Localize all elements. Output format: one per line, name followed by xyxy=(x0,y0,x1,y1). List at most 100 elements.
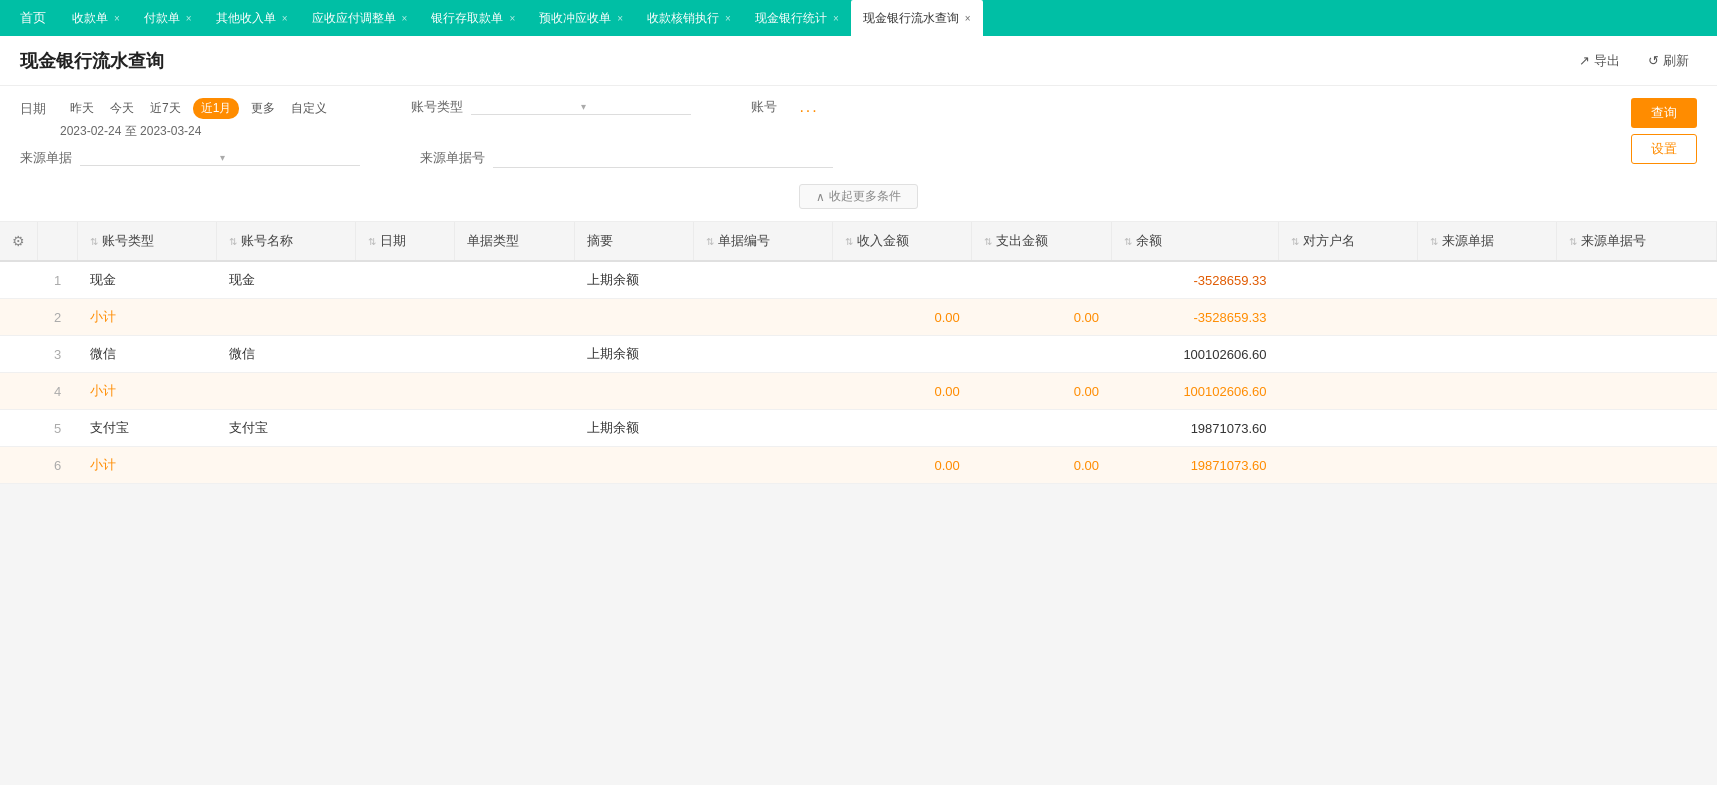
date-cell xyxy=(356,410,455,447)
source-doc-label: 来源单据 xyxy=(20,149,72,167)
doc-num-cell xyxy=(694,336,833,373)
close-icon[interactable]: × xyxy=(402,13,408,24)
date-option[interactable]: 今天 xyxy=(106,98,138,119)
column-header-source_doc_num[interactable]: ⇅来源单据号 xyxy=(1557,222,1717,261)
nav-tab[interactable]: 银行存取款单× xyxy=(419,0,527,36)
source-doc-num-cell xyxy=(1557,261,1717,299)
date-option[interactable]: 更多 xyxy=(247,98,279,119)
column-header-account_name[interactable]: ⇅账号名称 xyxy=(217,222,356,261)
account-name-cell: 微信 xyxy=(217,336,356,373)
refresh-button[interactable]: ↺ 刷新 xyxy=(1640,48,1697,74)
column-header-income[interactable]: ⇅收入金额 xyxy=(833,222,972,261)
source-doc-cell xyxy=(1418,373,1557,410)
date-option[interactable]: 近1月 xyxy=(193,98,240,119)
column-header-expense[interactable]: ⇅支出金额 xyxy=(972,222,1111,261)
close-icon[interactable]: × xyxy=(833,13,839,24)
account-name-cell: 支付宝 xyxy=(217,410,356,447)
close-icon[interactable]: × xyxy=(509,13,515,24)
income-cell xyxy=(833,261,972,299)
row-gear-cell xyxy=(0,299,38,336)
expense-cell: 0.00 xyxy=(972,447,1111,484)
summary-cell: 上期余额 xyxy=(575,261,694,299)
nav-tab[interactable]: 其他收入单× xyxy=(204,0,300,36)
account-type-label: 账号类型 xyxy=(411,98,463,116)
doc-type-cell xyxy=(454,410,574,447)
balance-cell: -3528659.33 xyxy=(1111,299,1279,336)
balance-cell: 19871073.60 xyxy=(1111,447,1279,484)
column-header-counterpart[interactable]: ⇅对方户名 xyxy=(1279,222,1418,261)
account-type-cell: 小计 xyxy=(78,447,217,484)
summary-cell xyxy=(575,299,694,336)
close-icon[interactable]: × xyxy=(114,13,120,24)
table-row: 5支付宝支付宝上期余额19871073.60 xyxy=(0,410,1717,447)
counterpart-cell xyxy=(1279,261,1418,299)
expense-cell xyxy=(972,336,1111,373)
collapse-button[interactable]: ∧ 收起更多条件 xyxy=(799,184,918,209)
account-dots-button[interactable]: ... xyxy=(799,98,818,116)
close-icon[interactable]: × xyxy=(282,13,288,24)
nav-tab[interactable]: 预收冲应收单× xyxy=(527,0,635,36)
sort-icon: ⇅ xyxy=(845,236,853,247)
nav-tab[interactable]: 现金银行流水查询× xyxy=(851,0,983,36)
balance-cell: 100102606.60 xyxy=(1111,373,1279,410)
source-doc-num-cell xyxy=(1557,299,1717,336)
gear-icon[interactable]: ⚙ xyxy=(12,233,25,249)
table-row: 2小计0.000.00-3528659.33 xyxy=(0,299,1717,336)
column-header-doc_num[interactable]: ⇅单据编号 xyxy=(694,222,833,261)
page-title: 现金银行流水查询 xyxy=(20,49,164,73)
sort-icon: ⇅ xyxy=(368,236,376,247)
doc-num-cell xyxy=(694,299,833,336)
close-icon[interactable]: × xyxy=(725,13,731,24)
collapse-label: 收起更多条件 xyxy=(829,188,901,205)
doc-type-cell xyxy=(454,447,574,484)
doc-num-cell xyxy=(694,447,833,484)
header-actions: ↗ 导出 ↺ 刷新 xyxy=(1571,48,1697,74)
close-icon[interactable]: × xyxy=(965,13,971,24)
query-button[interactable]: 查询 xyxy=(1631,98,1697,128)
expense-cell xyxy=(972,261,1111,299)
row-index: 4 xyxy=(38,373,78,410)
sort-icon: ⇅ xyxy=(1291,236,1299,247)
source-doc-select[interactable]: ▾ xyxy=(80,150,360,166)
settings-button[interactable]: 设置 xyxy=(1631,134,1697,164)
row-index: 3 xyxy=(38,336,78,373)
account-name-cell xyxy=(217,299,356,336)
summary-cell: 上期余额 xyxy=(575,336,694,373)
row-gear-cell xyxy=(0,373,38,410)
account-type-cell: 支付宝 xyxy=(78,410,217,447)
date-cell xyxy=(356,299,455,336)
date-option[interactable]: 近7天 xyxy=(146,98,185,119)
table-row: 1现金现金上期余额-3528659.33 xyxy=(0,261,1717,299)
date-cell xyxy=(356,447,455,484)
account-label: 账号 xyxy=(751,98,791,116)
close-icon[interactable]: × xyxy=(186,13,192,24)
nav-tab[interactable]: 收款单× xyxy=(60,0,132,36)
source-doc-cell xyxy=(1418,261,1557,299)
source-doc-num-cell xyxy=(1557,410,1717,447)
nav-home[interactable]: 首页 xyxy=(8,9,58,27)
close-icon[interactable]: × xyxy=(617,13,623,24)
source-doc-num-input[interactable] xyxy=(493,148,833,168)
date-option[interactable]: 自定义 xyxy=(287,98,331,119)
column-header-date[interactable]: ⇅日期 xyxy=(356,222,455,261)
counterpart-cell xyxy=(1279,447,1418,484)
column-header-balance[interactable]: ⇅余额 xyxy=(1111,222,1279,261)
row-gear-cell xyxy=(0,410,38,447)
counterpart-cell xyxy=(1279,373,1418,410)
top-nav: 首页 收款单×付款单×其他收入单×应收应付调整单×银行存取款单×预收冲应收单×收… xyxy=(0,0,1717,36)
nav-tab[interactable]: 收款核销执行× xyxy=(635,0,743,36)
nav-tab[interactable]: 应收应付调整单× xyxy=(300,0,420,36)
nav-tab[interactable]: 现金银行统计× xyxy=(743,0,851,36)
column-header-source_doc[interactable]: ⇅来源单据 xyxy=(1418,222,1557,261)
date-option[interactable]: 昨天 xyxy=(66,98,98,119)
export-button[interactable]: ↗ 导出 xyxy=(1571,48,1628,74)
table-row: 6小计0.000.0019871073.60 xyxy=(0,447,1717,484)
export-label: 导出 xyxy=(1594,52,1620,70)
account-type-select[interactable]: ▾ xyxy=(471,99,691,115)
column-header-account_type[interactable]: ⇅账号类型 xyxy=(78,222,217,261)
sort-icon: ⇅ xyxy=(229,236,237,247)
source-doc-num-cell xyxy=(1557,373,1717,410)
nav-tab[interactable]: 付款单× xyxy=(132,0,204,36)
counterpart-cell xyxy=(1279,299,1418,336)
date-cell xyxy=(356,336,455,373)
